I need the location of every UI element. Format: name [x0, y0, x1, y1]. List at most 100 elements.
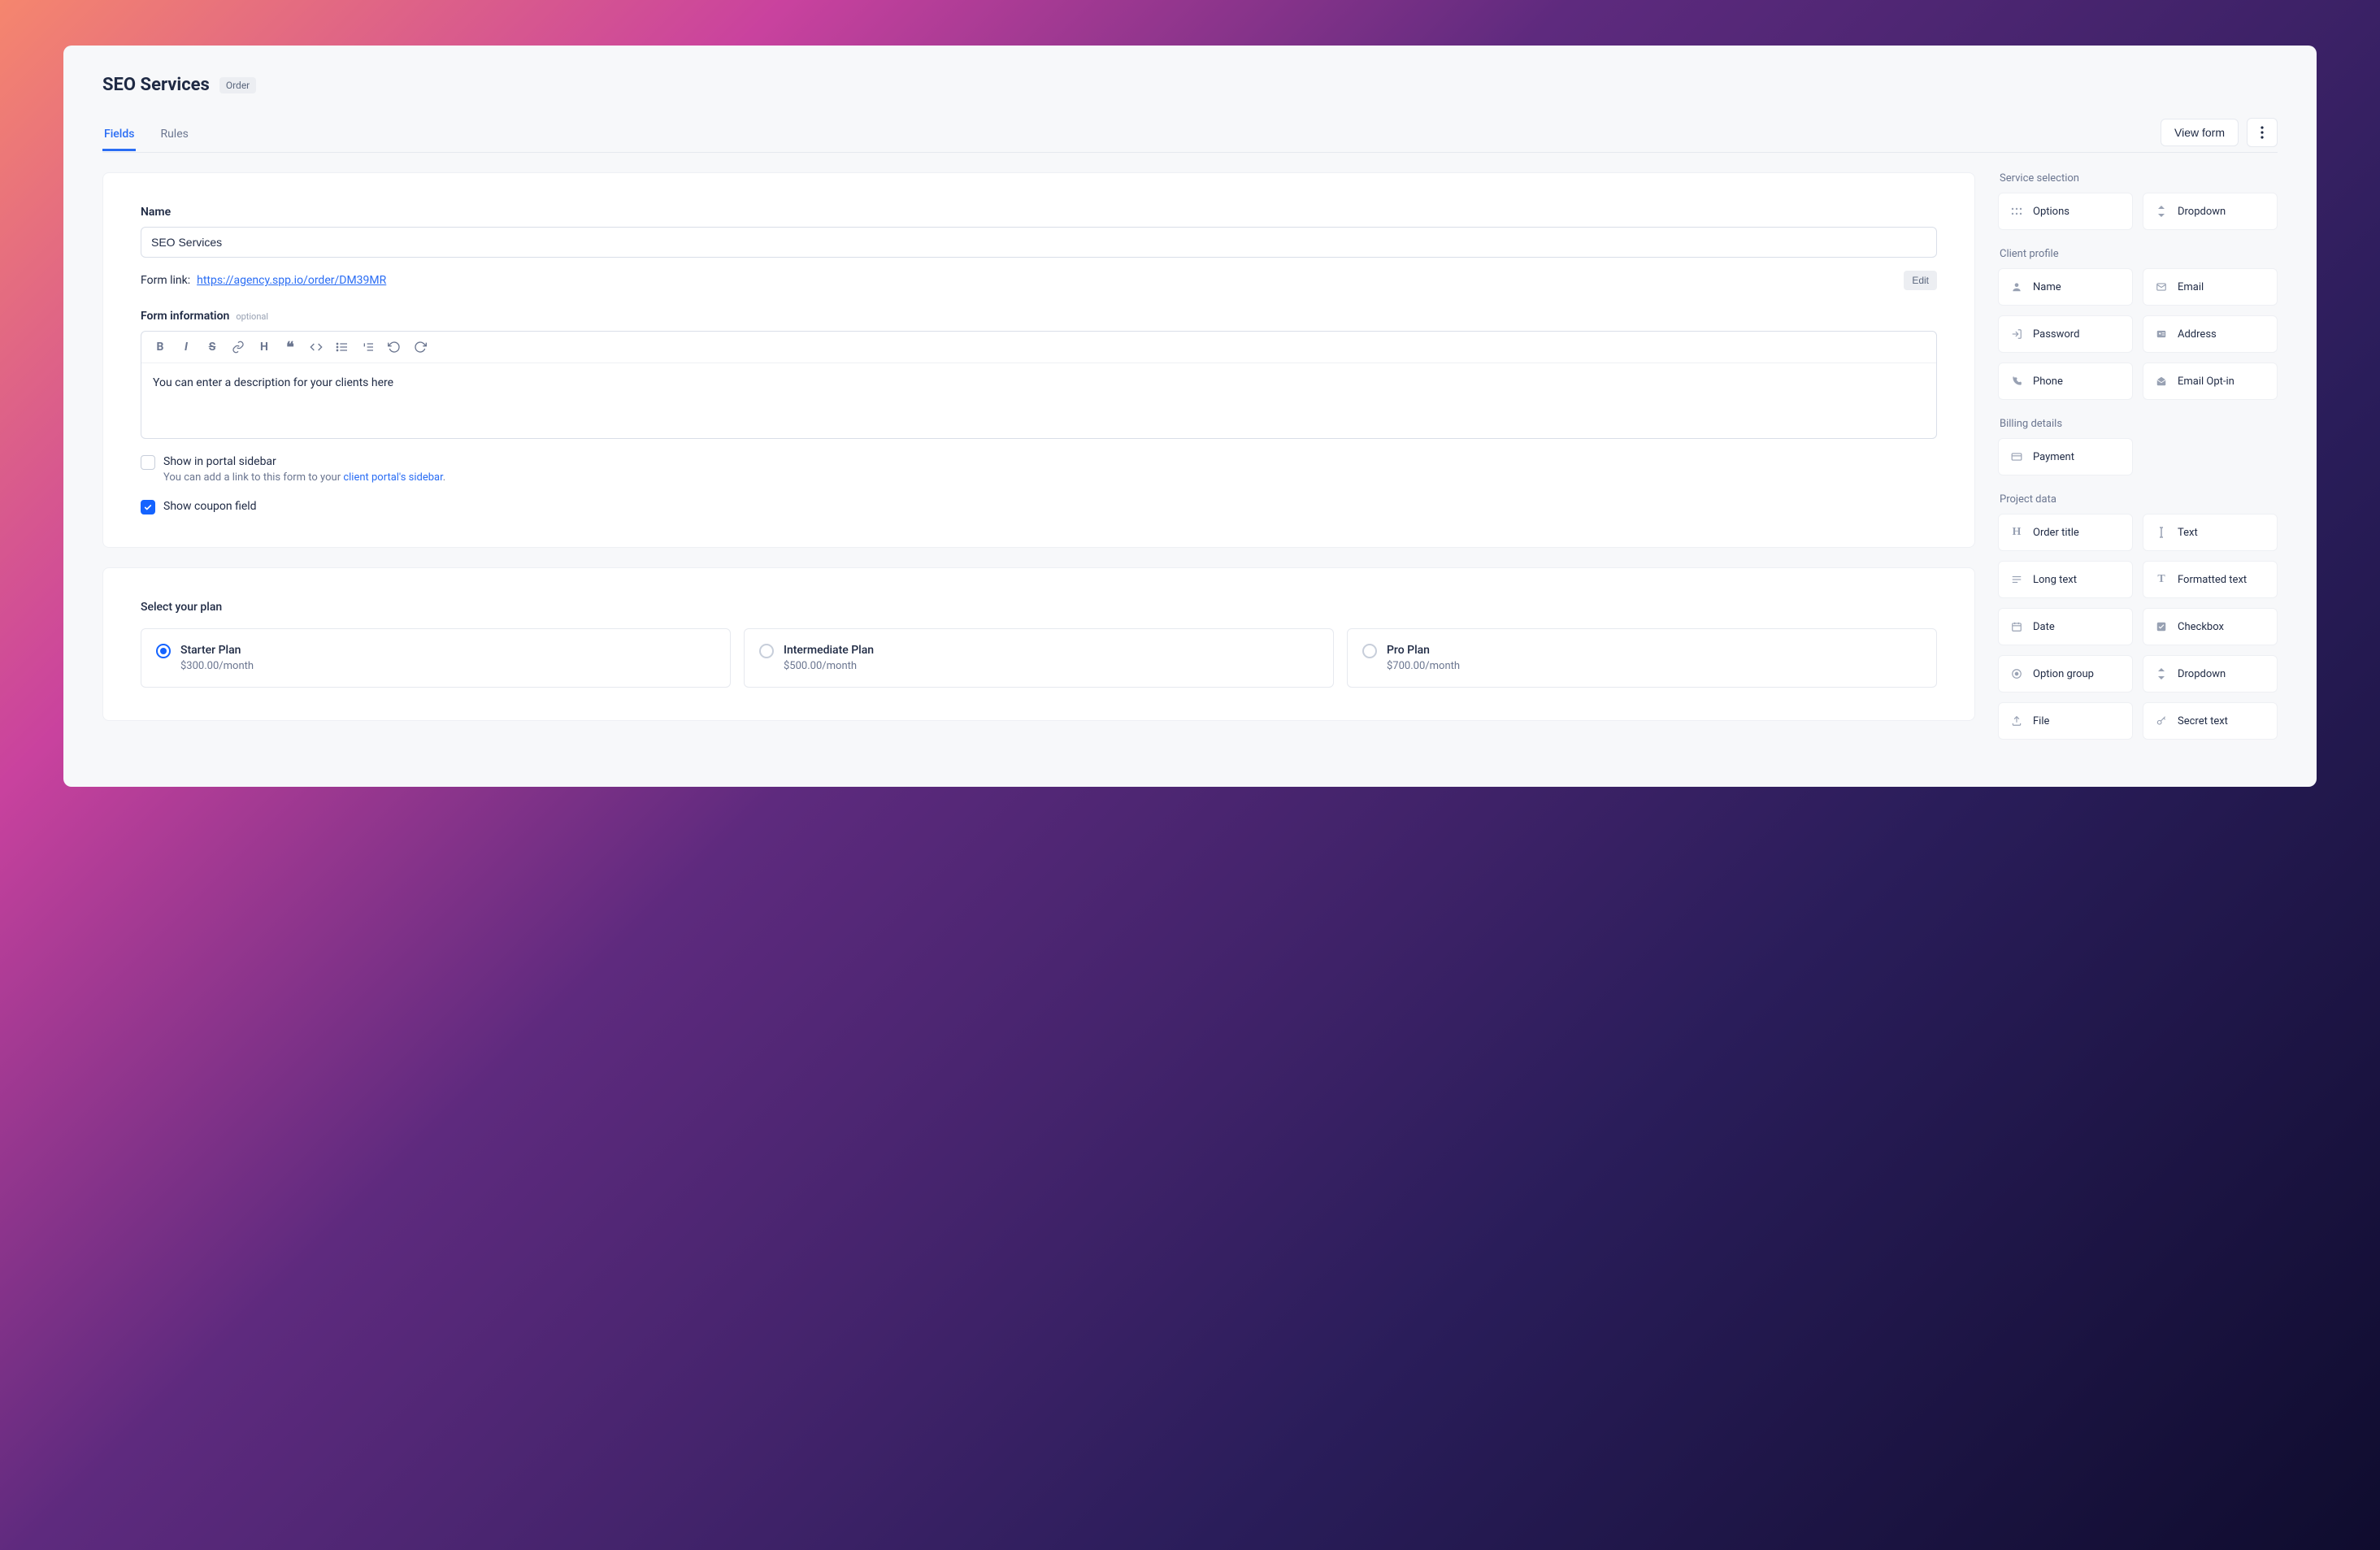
- field-address[interactable]: Address: [2143, 315, 2278, 353]
- field-label: Dropdown: [2178, 668, 2226, 680]
- form-settings-card: Name Form link: https://agency.spp.io/or…: [102, 172, 1975, 548]
- plan-name: Intermediate Plan: [784, 644, 874, 657]
- field-password[interactable]: Password: [1998, 315, 2133, 353]
- plan-option-intermediate[interactable]: Intermediate Plan $500.00/month: [744, 628, 1334, 688]
- app-panel: SEO Services Order Fields Rules View for…: [63, 46, 2317, 787]
- heading-icon[interactable]: H: [257, 340, 271, 354]
- group-project-data: Project data H Order title Text Long tex…: [1998, 493, 2278, 740]
- field-dropdown[interactable]: Dropdown: [2143, 193, 2278, 230]
- editor-toolbar: B I S H ❝: [141, 332, 1936, 363]
- field-label: Phone: [2033, 376, 2063, 388]
- page-title: SEO Services: [102, 75, 210, 95]
- left-column: Name Form link: https://agency.spp.io/or…: [102, 172, 1975, 721]
- field-file[interactable]: File: [1998, 702, 2133, 740]
- group-client-profile: Client profile Name Email Password: [1998, 248, 2278, 400]
- show-sidebar-checkbox[interactable]: [141, 455, 155, 470]
- plan-price: $700.00/month: [1387, 660, 1460, 672]
- field-options[interactable]: Options: [1998, 193, 2133, 230]
- field-order-title[interactable]: H Order title: [1998, 514, 2133, 551]
- group-title: Project data: [2000, 493, 2278, 506]
- field-name[interactable]: Name: [1998, 268, 2133, 306]
- tabs-row: Fields Rules View form: [102, 118, 2278, 153]
- show-sidebar-row: Show in portal sidebar You can add a lin…: [141, 455, 1937, 484]
- checkbox-icon: [2155, 620, 2168, 633]
- form-info-label-row: Form information optional: [141, 310, 1937, 323]
- long-text-icon: [2010, 573, 2023, 586]
- numbered-list-icon[interactable]: [361, 340, 376, 354]
- mail-icon: [2155, 280, 2168, 293]
- group-billing: Billing details Payment: [1998, 418, 2278, 475]
- check-icon: [144, 503, 152, 511]
- name-label: Name: [141, 206, 1937, 219]
- show-sidebar-label: Show in portal sidebar: [163, 455, 445, 468]
- heading-icon: H: [2010, 526, 2023, 539]
- plan-option-pro[interactable]: Pro Plan $700.00/month: [1347, 628, 1937, 688]
- field-phone[interactable]: Phone: [1998, 363, 2133, 400]
- strike-icon[interactable]: S: [205, 340, 219, 354]
- field-option-group[interactable]: Option group: [1998, 655, 2133, 693]
- link-icon[interactable]: [231, 340, 245, 354]
- field-date[interactable]: Date: [1998, 608, 2133, 645]
- tab-rules[interactable]: Rules: [159, 119, 189, 151]
- field-checkbox[interactable]: Checkbox: [2143, 608, 2278, 645]
- plan-list: Starter Plan $300.00/month Intermediate …: [141, 628, 1937, 688]
- quote-icon[interactable]: ❝: [283, 340, 298, 354]
- field-label: Dropdown: [2178, 206, 2226, 218]
- field-long-text[interactable]: Long text: [1998, 561, 2133, 598]
- content-columns: Name Form link: https://agency.spp.io/or…: [102, 172, 2278, 758]
- field-label: Long text: [2033, 574, 2077, 586]
- edit-link-button[interactable]: Edit: [1904, 271, 1937, 290]
- optional-tag: optional: [236, 311, 268, 322]
- italic-icon[interactable]: I: [179, 340, 193, 354]
- field-label: Date: [2033, 621, 2055, 633]
- plan-radio[interactable]: [156, 644, 171, 658]
- plan-radio[interactable]: [1362, 644, 1377, 658]
- bold-icon[interactable]: B: [153, 340, 167, 354]
- field-secret-text[interactable]: Secret text: [2143, 702, 2278, 740]
- undo-icon[interactable]: [387, 340, 402, 354]
- dropdown-icon: [2155, 205, 2168, 218]
- bullet-list-icon[interactable]: [335, 340, 350, 354]
- editor-body[interactable]: You can enter a description for your cli…: [141, 363, 1936, 438]
- field-text[interactable]: Text: [2143, 514, 2278, 551]
- page-header: SEO Services Order: [102, 75, 2278, 95]
- plan-radio[interactable]: [759, 644, 774, 658]
- dropdown-icon: [2155, 667, 2168, 680]
- more-menu-button[interactable]: [2247, 118, 2278, 147]
- credit-card-icon: [2010, 450, 2023, 463]
- group-title: Service selection: [2000, 172, 2278, 185]
- show-coupon-row: Show coupon field: [141, 500, 1937, 514]
- field-email[interactable]: Email: [2143, 268, 2278, 306]
- radio-icon: [2010, 667, 2023, 680]
- show-sidebar-sub-a: You can add a link to this form to your: [163, 471, 343, 484]
- text-cursor-icon: [2155, 526, 2168, 539]
- field-label: Password: [2033, 328, 2079, 341]
- code-icon[interactable]: [309, 340, 324, 354]
- user-icon: [2010, 280, 2023, 293]
- key-icon: [2155, 714, 2168, 727]
- grid-icon: [2010, 205, 2023, 218]
- form-link-value[interactable]: https://agency.spp.io/order/DM39MR: [197, 274, 386, 287]
- name-input[interactable]: [141, 227, 1937, 258]
- form-link-row: Form link: https://agency.spp.io/order/D…: [141, 271, 1937, 290]
- plan-option-starter[interactable]: Starter Plan $300.00/month: [141, 628, 731, 688]
- tab-fields[interactable]: Fields: [102, 119, 136, 151]
- field-label: Name: [2033, 281, 2061, 293]
- plan-card: Select your plan Starter Plan $300.00/mo…: [102, 567, 1975, 721]
- view-form-button[interactable]: View form: [2161, 119, 2239, 146]
- group-service-selection: Service selection Options Dropdown: [1998, 172, 2278, 230]
- field-dropdown-2[interactable]: Dropdown: [2143, 655, 2278, 693]
- field-label: Checkbox: [2178, 621, 2224, 633]
- group-title: Billing details: [2000, 418, 2278, 430]
- show-coupon-checkbox[interactable]: [141, 500, 155, 514]
- header-actions: View form: [2161, 118, 2278, 147]
- more-vertical-icon: [2261, 126, 2264, 139]
- redo-icon[interactable]: [413, 340, 428, 354]
- field-payment[interactable]: Payment: [1998, 438, 2133, 475]
- login-icon: [2010, 328, 2023, 341]
- plan-name: Pro Plan: [1387, 644, 1460, 657]
- field-label: File: [2033, 715, 2049, 727]
- field-email-optin[interactable]: Email Opt-in: [2143, 363, 2278, 400]
- portal-sidebar-link[interactable]: client portal's sidebar: [343, 471, 442, 484]
- field-formatted-text[interactable]: T Formatted text: [2143, 561, 2278, 598]
